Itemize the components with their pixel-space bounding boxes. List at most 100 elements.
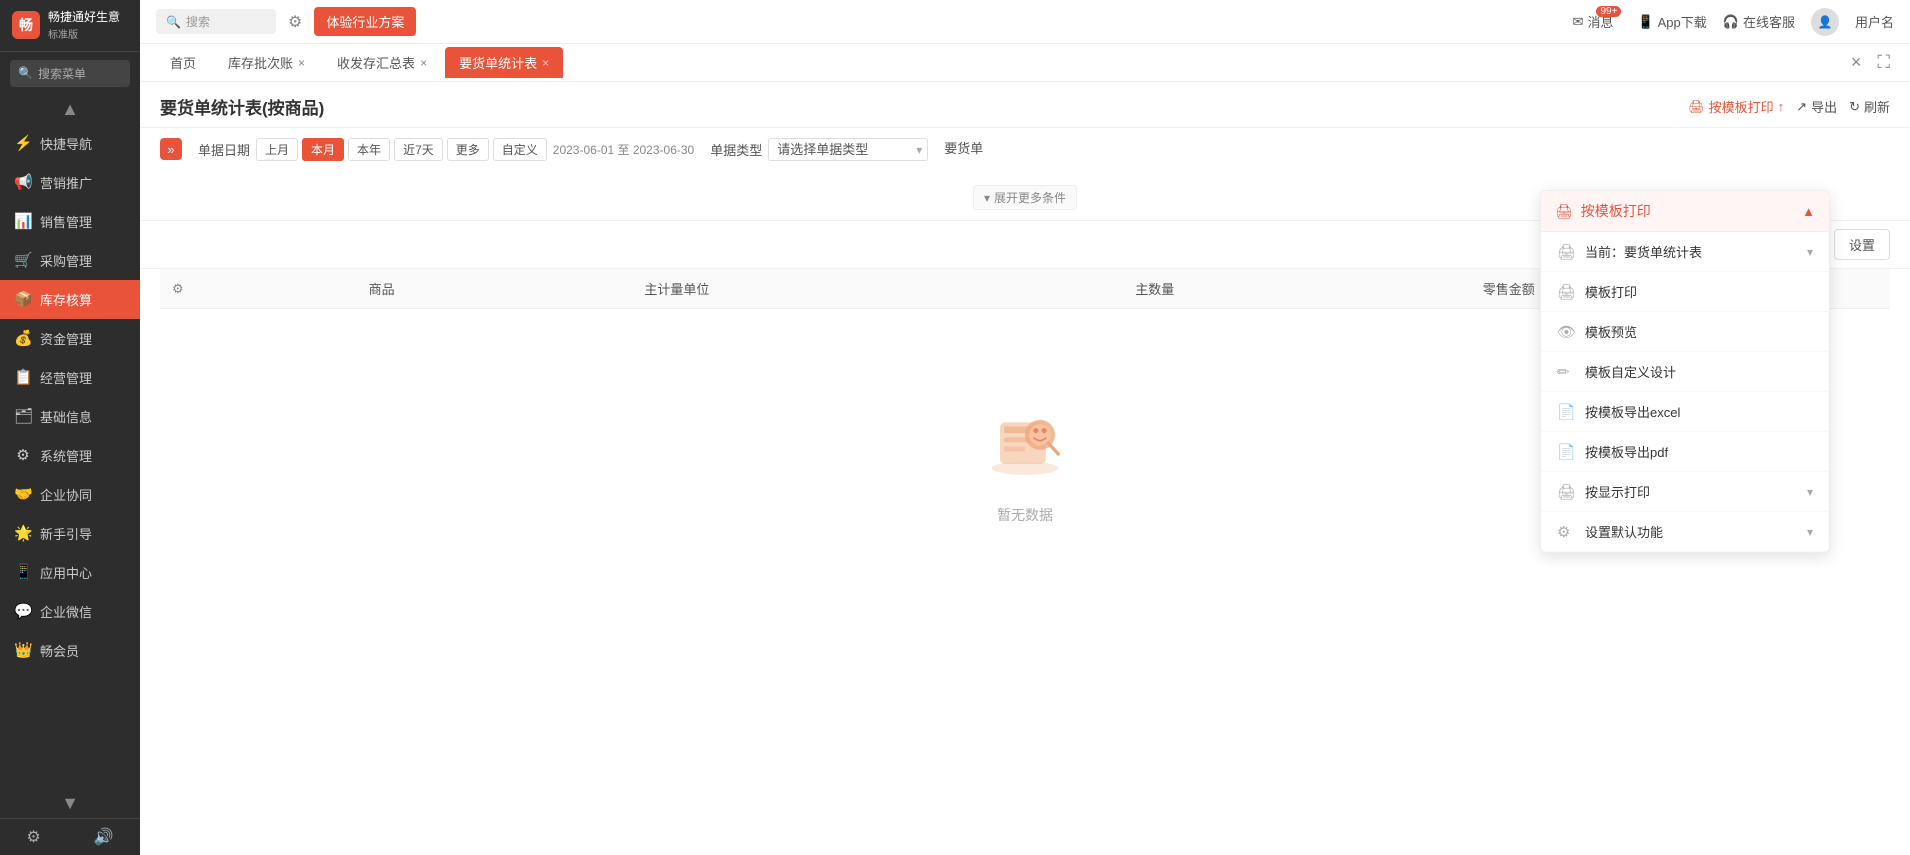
refresh-btn[interactable]: ↻ 刷新 (1849, 97, 1890, 116)
template-custom-label: 模板自定义设计 (1585, 362, 1676, 381)
dropdown-close-icon[interactable]: ▲ (1802, 204, 1815, 219)
template-pdf-icon: 📄 (1557, 443, 1575, 461)
date-btn-custom[interactable]: 自定义 (493, 138, 547, 161)
settings-btn[interactable]: 设置 (1834, 229, 1890, 260)
dropdown-template-export-pdf[interactable]: 📄 按模板导出pdf (1541, 432, 1829, 472)
dropdown-template-print[interactable]: 🖨 模板打印 (1541, 272, 1829, 312)
dropdown-template-preview[interactable]: 👁 模板预览 (1541, 312, 1829, 352)
tab-close-batch[interactable]: × (298, 56, 305, 70)
dropdown-current-label: 当前：要货单统计表 (1585, 242, 1702, 261)
template-pdf-label: 按模板导出pdf (1585, 442, 1668, 461)
export-label: 导出 (1811, 97, 1837, 116)
empty-illustration (975, 389, 1075, 489)
settings-icon[interactable]: ⚙ (26, 827, 40, 847)
apps-icon: 📱 (14, 563, 32, 581)
topbar-search-placeholder: 搜索 (186, 13, 210, 30)
sidebar-item-basic[interactable]: 🗂 基础信息 (0, 397, 140, 436)
sidebar-scroll-down[interactable]: ▼ (0, 789, 140, 818)
sidebar: 畅 畅捷通好生意 标准版 🔍 搜索菜单 ▲ ⚡ 快捷导航 📢 营销推广 📊 销售… (0, 0, 140, 855)
template-print-icon: 🖨 (1557, 283, 1575, 301)
messages-btn[interactable]: ✉ 消息 99+ (1573, 12, 1614, 31)
sound-icon[interactable]: 🔊 (94, 827, 114, 847)
template-preview-icon: 👁 (1557, 323, 1575, 341)
online-service-btn[interactable]: 🎧 在线客服 (1723, 12, 1795, 31)
tab-receipt-summary[interactable]: 收发存汇总表 × (323, 47, 441, 78)
page-header: 要货单统计表(按商品) 🖨 按模板打印 ↑ ↗ 导出 ↻ 刷新 (140, 82, 1910, 128)
default-feature-label: 设置默认功能 (1585, 522, 1663, 541)
sidebar-item-operations[interactable]: 📋 经营管理 (0, 358, 140, 397)
sidebar-logo: 畅 畅捷通好生意 标准版 (0, 0, 140, 52)
sidebar-scroll-up[interactable]: ▲ (0, 95, 140, 124)
date-btn-last-month[interactable]: 上月 (256, 138, 298, 161)
template-excel-label: 按模板导出excel (1585, 402, 1680, 421)
order-type-label: 单据类型 (710, 140, 762, 159)
topbar-search[interactable]: 🔍 搜索 (156, 9, 276, 34)
sidebar-search[interactable]: 🔍 搜索菜单 (10, 60, 130, 87)
app-download-btn[interactable]: 📱 App下载 (1637, 12, 1706, 31)
dropdown-template-custom[interactable]: ✏ 模板自定义设计 (1541, 352, 1829, 392)
sidebar-item-inventory[interactable]: 📦 库存核算 (0, 280, 140, 319)
filter-toggle-btn[interactable]: » (160, 138, 182, 160)
printer-icon: 🖨 (1688, 99, 1705, 115)
sidebar-item-finance[interactable]: 💰 资金管理 (0, 319, 140, 358)
tab-close-receipt[interactable]: × (420, 56, 427, 70)
headset-icon: 🎧 (1723, 14, 1739, 30)
table-col-gear[interactable]: ⚙ (160, 269, 357, 309)
date-range: 2023-06-01 至 2023-06-30 (553, 141, 694, 158)
sidebar-item-label: 系统管理 (40, 446, 92, 465)
sidebar-item-apps[interactable]: 📱 应用中心 (0, 553, 140, 592)
tab-order-stats[interactable]: 要货单统计表 × (445, 47, 563, 78)
table-col-qty: 主数量 (1123, 269, 1470, 309)
main-content: 🔍 搜索 ⚙ 体验行业方案 ✉ 消息 99+ 📱 App下载 🎧 在线客服 👤 … (140, 0, 1910, 855)
messages-badge: 99+ (1596, 6, 1621, 17)
sidebar-item-sales[interactable]: 📊 销售管理 (0, 202, 140, 241)
message-icon: ✉ (1573, 14, 1584, 30)
filter-date-group: 单据日期 上月 本月 本年 近7天 更多 自定义 2023-06-01 至 20… (198, 138, 694, 161)
dropdown-header[interactable]: 🖨 按模板打印 ▲ (1541, 191, 1829, 232)
sidebar-item-wechat[interactable]: 💬 企业微信 (0, 592, 140, 631)
order-type-select-wrapper: 请选择单据类型 要货单 (768, 138, 928, 161)
tabs-right-actions: × ⛶ (1847, 50, 1894, 75)
dropdown-current-item[interactable]: 🖨 当前：要货单统计表 ▾ (1541, 232, 1829, 272)
sidebar-item-marketing[interactable]: 📢 营销推广 (0, 163, 140, 202)
tab-close-order[interactable]: × (542, 56, 549, 70)
display-print-icon: 🖨 (1557, 483, 1575, 501)
tab-home-label: 首页 (170, 53, 196, 72)
tab-home[interactable]: 首页 (156, 47, 210, 78)
sidebar-item-label: 快捷导航 (40, 134, 92, 153)
date-btn-last-7[interactable]: 近7天 (394, 138, 443, 161)
avatar[interactable]: 👤 (1811, 8, 1839, 36)
guide-icon: 🌟 (14, 524, 32, 542)
tab-batch-account[interactable]: 库存批次账 × (214, 47, 319, 78)
print-template-btn[interactable]: 🖨 按模板打印 ↑ (1688, 97, 1784, 116)
sidebar-item-collab[interactable]: 🤝 企业协同 (0, 475, 140, 514)
tab-maximize-btn[interactable]: ⛶ (1873, 50, 1894, 75)
logo-icon: 畅 (12, 11, 40, 39)
sidebar-item-purchase[interactable]: 🛒 采购管理 (0, 241, 140, 280)
marketing-icon: 📢 (14, 173, 32, 191)
export-icon: ↗ (1796, 99, 1807, 115)
sidebar-item-member[interactable]: 👑 畅会员 (0, 631, 140, 670)
expand-btn[interactable]: ▾ 展开更多条件 (973, 185, 1077, 210)
dropdown-template-export-excel[interactable]: 📄 按模板导出excel (1541, 392, 1829, 432)
topbar-gear-icon[interactable]: ⚙ (288, 12, 302, 32)
date-btn-this-year[interactable]: 本年 (348, 138, 390, 161)
sidebar-item-label: 采购管理 (40, 251, 92, 270)
sidebar-item-quick-nav[interactable]: ⚡ 快捷导航 (0, 124, 140, 163)
sidebar-item-label: 企业微信 (40, 602, 92, 621)
export-btn[interactable]: ↗ 导出 (1796, 97, 1837, 116)
experience-btn[interactable]: 体验行业方案 (314, 7, 416, 36)
sidebar-item-label: 经营管理 (40, 368, 92, 387)
date-btn-more[interactable]: 更多 (447, 138, 489, 161)
app-download-label: App下载 (1658, 12, 1707, 31)
sidebar-item-system[interactable]: ⚙ 系统管理 (0, 436, 140, 475)
order-type-select[interactable]: 请选择单据类型 要货单 (768, 138, 928, 161)
arrow-up-icon: ↑ (1778, 99, 1785, 114)
date-btn-this-month[interactable]: 本月 (302, 138, 344, 161)
tab-close-all-btn[interactable]: × (1847, 50, 1866, 75)
dropdown-default-left: ⚙ 设置默认功能 (1557, 522, 1663, 541)
sidebar-item-guide[interactable]: 🌟 新手引导 (0, 514, 140, 553)
dropdown-display-print[interactable]: 🖨 按显示打印 ▾ (1541, 472, 1829, 512)
dropdown-default-feature[interactable]: ⚙ 设置默认功能 ▾ (1541, 512, 1829, 552)
topbar-right: ✉ 消息 99+ 📱 App下载 🎧 在线客服 👤 用户名 (1573, 8, 1894, 36)
